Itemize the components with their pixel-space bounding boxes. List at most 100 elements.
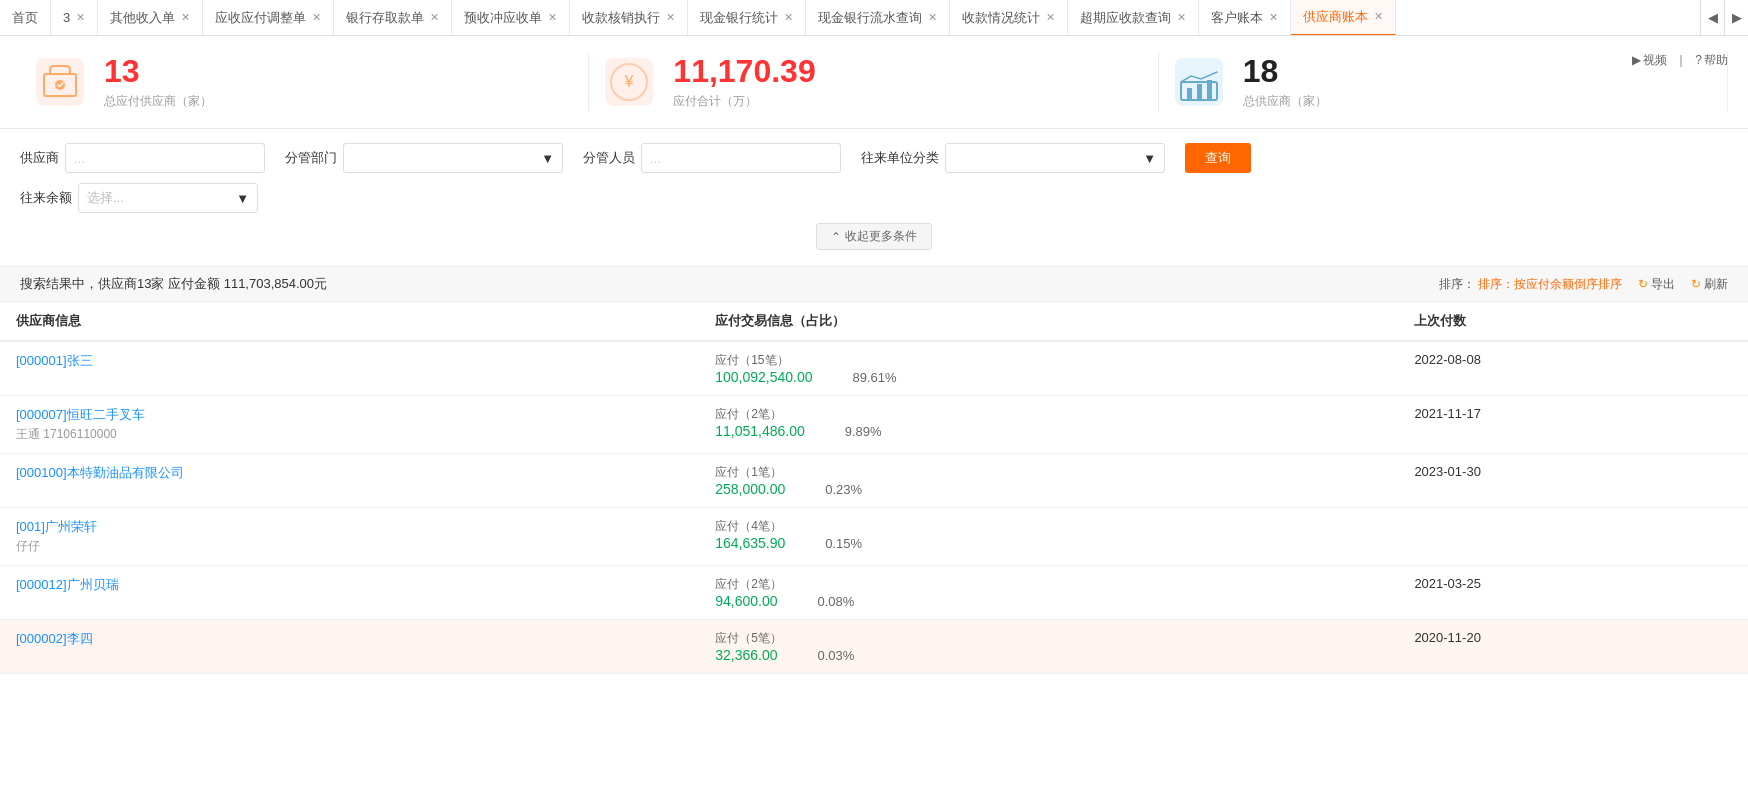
tab-close-icon[interactable]: ✕: [1374, 10, 1383, 23]
nav-tab-2[interactable]: 其他收入单✕: [98, 0, 203, 36]
dept-select[interactable]: ▼: [343, 143, 563, 173]
nav-tab-12[interactable]: 供应商账本✕: [1291, 0, 1396, 36]
nav-tab-4[interactable]: 银行存取款单✕: [334, 0, 452, 36]
supplier-link[interactable]: [001]广州荣轩: [16, 519, 97, 534]
category-arrow-icon: ▼: [1143, 151, 1156, 166]
refresh-button[interactable]: ↻ 刷新: [1691, 276, 1728, 293]
last-pay-cell: 2021-11-17: [1398, 396, 1748, 454]
tx-label: 应付（5笔）: [715, 630, 1382, 647]
tab-close-icon[interactable]: ✕: [181, 11, 190, 24]
collapse-button[interactable]: ⌃ 收起更多条件: [816, 223, 932, 250]
tab-close-icon[interactable]: ✕: [76, 11, 85, 24]
query-button[interactable]: 查询: [1185, 143, 1251, 173]
person-input[interactable]: ...: [641, 143, 841, 173]
nav-tab-9[interactable]: 收款情况统计✕: [950, 0, 1068, 36]
sort-control[interactable]: 排序： 排序：按应付余额倒序排序: [1439, 276, 1622, 293]
tx-amount[interactable]: 100,092,540.00: [715, 369, 812, 385]
sort-value[interactable]: 排序：按应付余额倒序排序: [1478, 276, 1622, 293]
dept-label: 分管部门: [285, 149, 337, 167]
export-icon: ↻: [1638, 277, 1648, 291]
col-tx-info: 应付交易信息（占比）: [699, 302, 1398, 341]
last-pay-date: 2021-03-25: [1414, 576, 1481, 591]
svg-text:¥: ¥: [624, 73, 634, 90]
table-row: [001]广州荣轩仔仔应付（4笔）164,635.900.15%: [0, 508, 1748, 566]
category-select[interactable]: ▼: [945, 143, 1165, 173]
last-pay-date: 2021-11-17: [1414, 406, 1481, 421]
filter-row-2: 往来余额 选择... ▼: [20, 183, 1728, 213]
table-area: 供应商信息 应付交易信息（占比） 上次付数 [000001]张三应付（15笔）1…: [0, 302, 1748, 794]
refresh-icon: ↻: [1691, 277, 1701, 291]
balance-select[interactable]: 选择... ▼: [78, 183, 258, 213]
help-link[interactable]: ?帮助: [1695, 52, 1728, 69]
person-label: 分管人员: [583, 149, 635, 167]
video-link[interactable]: ▶视频: [1632, 52, 1667, 69]
filter-category: 往来单位分类 ▼: [861, 143, 1165, 173]
last-pay-cell: [1398, 508, 1748, 566]
table-row: [000012]广州贝瑞 应付（2笔）94,600.000.08% 2021-03-…: [0, 566, 1748, 620]
nav-tab-10[interactable]: 超期应收款查询✕: [1068, 0, 1199, 36]
col-supplier-info: 供应商信息: [0, 302, 699, 341]
tx-amount[interactable]: 94,600.00: [715, 593, 777, 609]
nav-tab-6[interactable]: 收款核销执行✕: [570, 0, 688, 36]
tab-close-icon[interactable]: ✕: [1177, 11, 1186, 24]
nav-tab-1[interactable]: 3✕: [51, 0, 98, 36]
tx-info-cell: 应付（2笔）11,051,486.009.89%: [699, 396, 1398, 454]
supplier-link[interactable]: [000012]广州贝瑞: [16, 577, 119, 592]
supplier-link[interactable]: [000007]恒旺二手叉车: [16, 407, 145, 422]
svg-rect-8: [1187, 88, 1192, 100]
tx-amount[interactable]: 32,366.00: [715, 647, 777, 663]
balance-label: 往来余额: [20, 189, 72, 207]
nav-tab-11[interactable]: 客户账本✕: [1199, 0, 1291, 36]
tab-close-icon[interactable]: ✕: [784, 11, 793, 24]
filter-row-1: 供应商 ... 分管部门 ▼ 分管人员 ...: [20, 143, 1728, 173]
tx-label: 应付（15笔）: [715, 352, 1382, 369]
nav-tab-0[interactable]: 首页: [0, 0, 51, 36]
tab-close-icon[interactable]: ✕: [1046, 11, 1055, 24]
supplier-info-cell: [000002]李四: [0, 620, 699, 674]
supplier-link[interactable]: [000001]张三: [16, 353, 93, 368]
summary-area: 13 总应付供应商（家） ¥ 11,170.39 应付合计（万）: [0, 36, 1748, 129]
total-suppliers-icon: [1169, 52, 1229, 112]
supplier-link[interactable]: [000002]李四: [16, 631, 93, 646]
summary-text-3: 18 总供应商（家）: [1243, 54, 1327, 110]
tab-close-icon[interactable]: ✕: [928, 11, 937, 24]
nav-tab-7[interactable]: 现金银行统计✕: [688, 0, 806, 36]
balance-arrow-icon: ▼: [236, 191, 249, 206]
supplier-payable-icon: [30, 52, 90, 112]
tx-label: 应付（2笔）: [715, 576, 1382, 593]
filter-supplier: 供应商 ...: [20, 143, 265, 173]
tab-close-icon[interactable]: ✕: [430, 11, 439, 24]
tx-amount[interactable]: 258,000.00: [715, 481, 785, 497]
tx-info-cell: 应付（2笔）94,600.000.08%: [699, 566, 1398, 620]
last-pay-cell: 2020-11-20: [1398, 620, 1748, 674]
results-bar: 搜索结果中，供应商13家 应付金额 111,703,854.00元 排序： 排序…: [0, 267, 1748, 302]
payable-total-number: 11,170.39: [673, 54, 815, 89]
tx-amount[interactable]: 11,051,486.00: [715, 423, 805, 439]
nav-tab-3[interactable]: 应收应付调整单✕: [203, 0, 334, 36]
tx-percentage: 0.03%: [817, 648, 854, 663]
payable-total-icon: ¥: [599, 52, 659, 112]
tx-label: 应付（1笔）: [715, 464, 1382, 481]
collapse-icon: ⌃: [831, 230, 841, 244]
tx-amount[interactable]: 164,635.90: [715, 535, 785, 551]
sort-label: 排序：: [1439, 276, 1475, 293]
tab-close-icon[interactable]: ✕: [312, 11, 321, 24]
table-header-row: 供应商信息 应付交易信息（占比） 上次付数: [0, 302, 1748, 341]
table-row: [000001]张三应付（15笔）100,092,540.0089.61%202…: [0, 341, 1748, 396]
supplier-link[interactable]: [000100]本特勤油品有限公司: [16, 465, 184, 480]
export-button[interactable]: ↻ 导出: [1638, 276, 1675, 293]
tab-close-icon[interactable]: ✕: [666, 11, 675, 24]
nav-tab-5[interactable]: 预收冲应收单✕: [452, 0, 570, 36]
tx-info-cell: 应付（15笔）100,092,540.00 89.61%: [699, 341, 1398, 396]
nav-tab-8[interactable]: 现金银行流水查询✕: [806, 0, 950, 36]
tx-percentage: 89.61%: [853, 370, 897, 385]
total-suppliers-number: 18: [1243, 54, 1327, 89]
tab-close-icon[interactable]: ✕: [548, 11, 557, 24]
nav-arrows: ◀ ▶: [1700, 0, 1748, 36]
svg-rect-9: [1197, 84, 1202, 100]
nav-next-button[interactable]: ▶: [1724, 0, 1748, 36]
supplier-input[interactable]: ...: [65, 143, 265, 173]
tab-close-icon[interactable]: ✕: [1269, 11, 1278, 24]
table-row: [000007]恒旺二手叉车王通 17106110000应付（2笔）11,051…: [0, 396, 1748, 454]
nav-prev-button[interactable]: ◀: [1700, 0, 1724, 36]
